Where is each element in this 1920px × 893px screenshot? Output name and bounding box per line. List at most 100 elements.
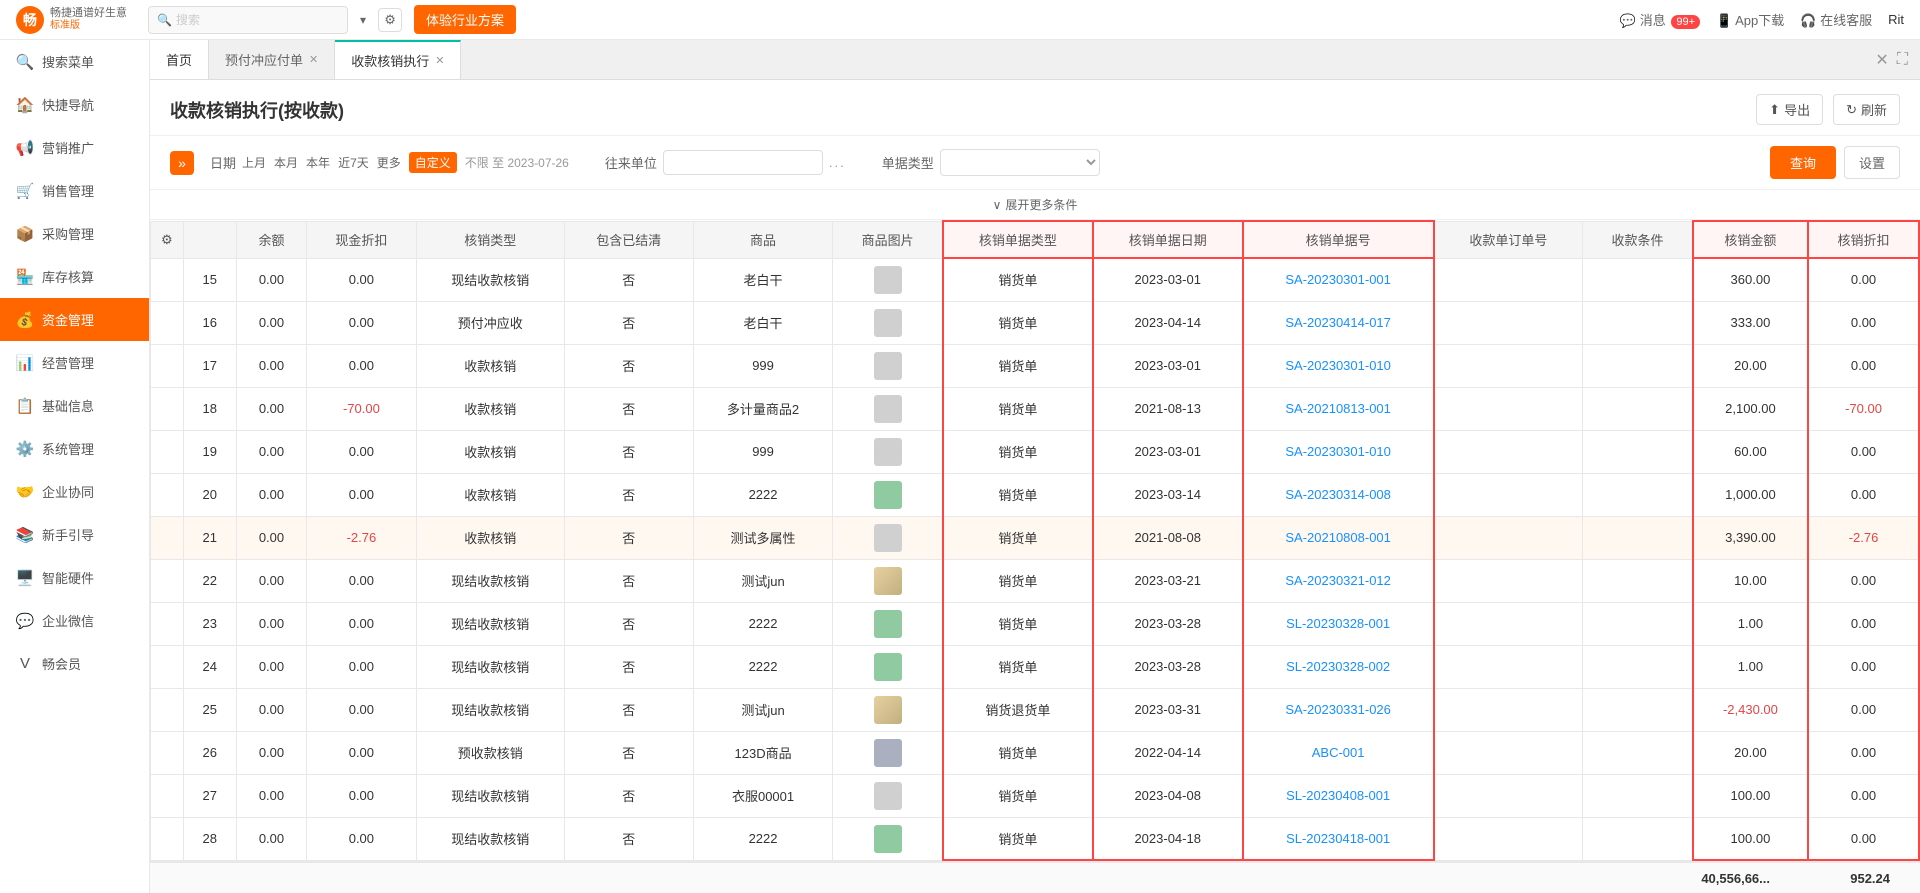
th-writeoff-type: 核销类型 <box>416 221 564 258</box>
sidebar-item-guide[interactable]: 📚 新手引导 <box>0 513 149 556</box>
bill-no-link[interactable]: SA-20230331-026 <box>1285 702 1391 717</box>
sidebar-item-purchase[interactable]: 📦 采购管理 <box>0 212 149 255</box>
logo: 畅 畅捷通谱好生意 标准版 <box>16 6 136 34</box>
cell-included-settled: 否 <box>564 516 693 559</box>
bill-no-link[interactable]: SL-20230328-001 <box>1286 616 1390 631</box>
cell-cash-discount: 0.00 <box>307 559 416 602</box>
online-service-link[interactable]: 🎧 在线客服 <box>1800 10 1872 29</box>
cart-icon: 🛒 <box>16 182 34 200</box>
cell-settings <box>151 516 184 559</box>
cell-product: 2222 <box>693 602 833 645</box>
tab-home[interactable]: 首页 <box>150 40 209 79</box>
cell-writeoff-discount: 0.00 <box>1808 774 1919 817</box>
cell-writeoff-amount: 1,000.00 <box>1693 473 1808 516</box>
cell-writeoff-bill-date: 2023-03-01 <box>1093 430 1243 473</box>
cell-writeoff-amount: 20.00 <box>1693 731 1808 774</box>
user-name[interactable]: Rit <box>1888 12 1904 27</box>
tab-collect-close[interactable]: ✕ <box>435 54 444 67</box>
sidebar-item-member[interactable]: V 畅会员 <box>0 642 149 685</box>
search-dropdown[interactable]: ▾ <box>360 13 366 27</box>
cell-writeoff-discount: -2.76 <box>1808 516 1919 559</box>
cell-writeoff-bill-no[interactable]: SL-20230418-001 <box>1243 817 1434 860</box>
bill-no-link[interactable]: SL-20230408-001 <box>1286 788 1390 803</box>
bill-no-link[interactable]: SA-20230301-010 <box>1285 358 1391 373</box>
cell-cash-discount: 0.00 <box>307 688 416 731</box>
filter-expand-arrow[interactable]: » <box>170 151 194 175</box>
date-btn-this-month[interactable]: 本月 <box>274 154 298 171</box>
date-btn-last-month[interactable]: 上月 <box>242 154 266 171</box>
receipt-type-select[interactable] <box>940 149 1100 176</box>
sidebar-item-hardware[interactable]: 🖥️ 智能硬件 <box>0 556 149 599</box>
cell-writeoff-amount: 3,390.00 <box>1693 516 1808 559</box>
query-button[interactable]: 查询 <box>1770 146 1836 179</box>
expand-conditions-btn[interactable]: ∨ 展开更多条件 <box>993 196 1078 213</box>
bill-no-link[interactable]: ABC-001 <box>1312 745 1365 760</box>
bill-no-link[interactable]: SA-20210813-001 <box>1285 401 1391 416</box>
settings-button[interactable]: 设置 <box>1844 146 1900 179</box>
cell-writeoff-type: 现结收款核销 <box>416 602 564 645</box>
counterpart-label: 往来单位 <box>605 153 657 172</box>
cell-writeoff-bill-no[interactable]: SA-20230301-001 <box>1243 258 1434 301</box>
app-download-link[interactable]: 📱 App下载 <box>1716 10 1784 29</box>
bill-no-link[interactable]: SA-20230321-012 <box>1285 573 1391 588</box>
date-btn-more[interactable]: 更多 <box>377 154 401 171</box>
bill-no-link[interactable]: SA-20230414-017 <box>1285 315 1391 330</box>
date-btn-this-year[interactable]: 本年 <box>306 154 330 171</box>
counterpart-input[interactable] <box>663 150 823 175</box>
cell-writeoff-bill-no[interactable]: SA-20210808-001 <box>1243 516 1434 559</box>
cell-receipt-condition <box>1583 344 1693 387</box>
tab-collect[interactable]: 收款核销执行 ✕ <box>335 40 461 79</box>
cell-writeoff-type: 现结收款核销 <box>416 559 564 602</box>
refresh-icon: ↻ <box>1846 102 1857 118</box>
sidebar-item-wechat[interactable]: 💬 企业微信 <box>0 599 149 642</box>
bill-no-link[interactable]: SA-20230314-008 <box>1285 487 1391 502</box>
table-row: 17 0.00 0.00 收款核销 否 999 销货单 2023-03-01 S… <box>151 344 1920 387</box>
tab-maximize[interactable]: ⛶ <box>1897 51 1908 69</box>
bill-no-link[interactable]: SA-20210808-001 <box>1285 530 1391 545</box>
cell-balance: 0.00 <box>236 430 306 473</box>
industry-solution-button[interactable]: 体验行业方案 <box>414 5 516 34</box>
messages-link[interactable]: 💬 消息 99+ <box>1620 10 1700 29</box>
bill-no-link[interactable]: SL-20230418-001 <box>1286 831 1390 846</box>
footer-writeoff-discount: 952.24 <box>1830 871 1890 886</box>
bill-no-link[interactable]: SA-20230301-010 <box>1285 444 1391 459</box>
cell-writeoff-bill-type: 销货单 <box>943 602 1093 645</box>
sidebar-item-shortcuts[interactable]: 🏠 快捷导航 <box>0 83 149 126</box>
cell-writeoff-bill-no[interactable]: SA-20230301-010 <box>1243 430 1434 473</box>
bill-no-link[interactable]: SA-20230301-001 <box>1285 272 1391 287</box>
cell-product: 多计量商品2 <box>693 387 833 430</box>
export-button[interactable]: ⬆ 导出 <box>1756 94 1823 125</box>
cell-writeoff-discount: 0.00 <box>1808 430 1919 473</box>
cell-writeoff-bill-no[interactable]: SA-20230331-026 <box>1243 688 1434 731</box>
tab-close-all[interactable]: ✕ <box>1875 50 1888 70</box>
sidebar-item-sales[interactable]: 🛒 销售管理 <box>0 169 149 212</box>
gear-button[interactable]: ⚙ <box>378 8 402 32</box>
date-custom-btn[interactable]: 自定义 <box>409 152 457 173</box>
sidebar-item-inventory[interactable]: 🏪 库存核算 <box>0 255 149 298</box>
sidebar-item-marketing[interactable]: 📢 营销推广 <box>0 126 149 169</box>
cell-writeoff-bill-no[interactable]: SL-20230328-001 <box>1243 602 1434 645</box>
cell-included-settled: 否 <box>564 559 693 602</box>
bill-no-link[interactable]: SL-20230328-002 <box>1286 659 1390 674</box>
sidebar-item-system[interactable]: ⚙️ 系统管理 <box>0 427 149 470</box>
cell-writeoff-bill-no[interactable]: SA-20210813-001 <box>1243 387 1434 430</box>
cell-writeoff-bill-no[interactable]: SA-20230314-008 <box>1243 473 1434 516</box>
date-btn-7days[interactable]: 近7天 <box>338 154 369 171</box>
cell-writeoff-bill-no[interactable]: SA-20230301-010 <box>1243 344 1434 387</box>
cell-writeoff-bill-no[interactable]: ABC-001 <box>1243 731 1434 774</box>
cell-writeoff-bill-no[interactable]: SA-20230414-017 <box>1243 301 1434 344</box>
cell-receipt-condition <box>1583 774 1693 817</box>
refresh-button[interactable]: ↻ 刷新 <box>1833 94 1900 125</box>
cell-cash-discount: 0.00 <box>307 731 416 774</box>
cell-receipt-order-no <box>1434 774 1583 817</box>
tab-prepay-close[interactable]: ✕ <box>309 53 318 66</box>
cell-writeoff-bill-no[interactable]: SL-20230408-001 <box>1243 774 1434 817</box>
tab-prepay[interactable]: 预付冲应付单 ✕ <box>209 40 335 79</box>
sidebar-item-basic[interactable]: 📋 基础信息 <box>0 384 149 427</box>
cell-writeoff-bill-no[interactable]: SA-20230321-012 <box>1243 559 1434 602</box>
sidebar-item-finance[interactable]: 💰 资金管理 <box>0 298 149 341</box>
sidebar-item-enterprise[interactable]: 🤝 企业协同 <box>0 470 149 513</box>
cell-writeoff-bill-no[interactable]: SL-20230328-002 <box>1243 645 1434 688</box>
sidebar-item-operations[interactable]: 📊 经营管理 <box>0 341 149 384</box>
sidebar-item-search[interactable]: 🔍 搜索菜单 <box>0 40 149 83</box>
